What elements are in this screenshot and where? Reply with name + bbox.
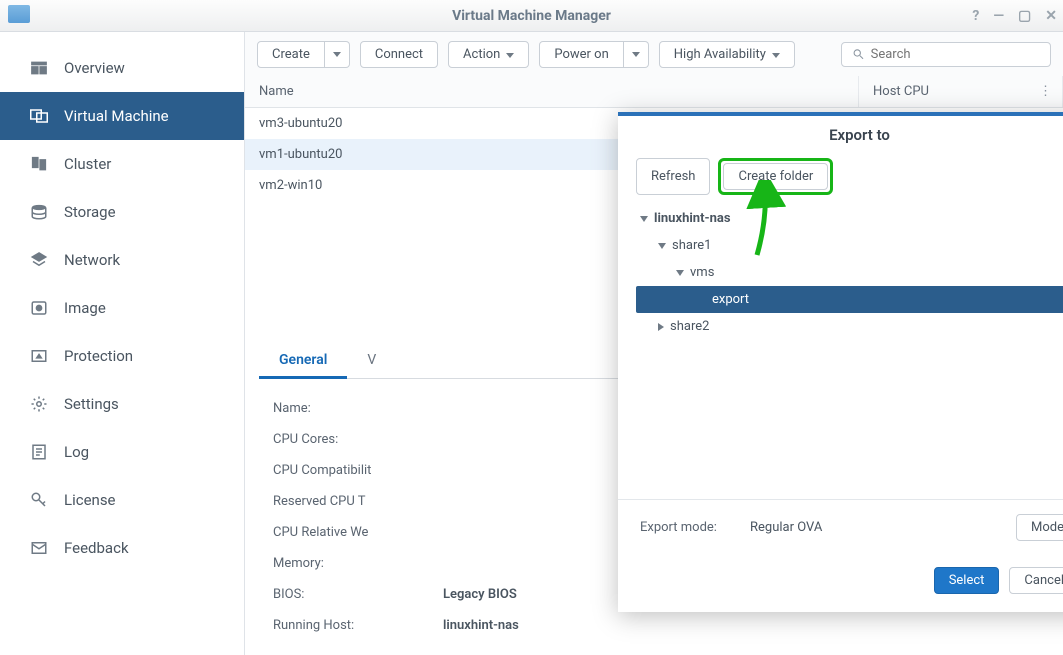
window-title: Virtual Machine Manager bbox=[452, 8, 611, 24]
create-button[interactable]: Create bbox=[257, 41, 325, 68]
toolbar: Create Connect Action Power on High Avai… bbox=[245, 32, 1063, 76]
sidebar-item-label: Image bbox=[64, 299, 106, 317]
sidebar-item-image[interactable]: Image bbox=[0, 284, 244, 332]
sidebar-item-label: Log bbox=[64, 443, 89, 461]
power-on-button[interactable]: Power on bbox=[539, 41, 623, 68]
key-icon bbox=[28, 491, 50, 509]
mail-icon bbox=[28, 539, 50, 557]
column-menu-icon[interactable]: ⋮ bbox=[1039, 84, 1052, 99]
export-mode-label: Export mode: bbox=[640, 520, 750, 535]
sidebar-item-settings[interactable]: Settings bbox=[0, 380, 244, 428]
close-icon[interactable]: ✕ bbox=[1045, 8, 1057, 24]
sidebar-item-overview[interactable]: Overview bbox=[0, 44, 244, 92]
create-dropdown[interactable] bbox=[325, 41, 350, 68]
sidebar-item-network[interactable]: Network bbox=[0, 236, 244, 284]
sidebar-item-virtual-machine[interactable]: Virtual Machine bbox=[0, 92, 244, 140]
cluster-icon bbox=[28, 155, 50, 173]
table-header: Name Host CPU⋮ bbox=[245, 76, 1063, 108]
sidebar-item-feedback[interactable]: Feedback bbox=[0, 524, 244, 572]
value-running-host: linuxhint-nas bbox=[443, 618, 519, 633]
tree-node-share2[interactable]: share2 bbox=[636, 313, 1063, 340]
cancel-button[interactable]: Cancel bbox=[1009, 567, 1063, 594]
export-mode-value: Regular OVA bbox=[750, 520, 822, 535]
col-host-cpu[interactable]: Host CPU⋮ bbox=[859, 76, 1063, 107]
sidebar-item-cluster[interactable]: Cluster bbox=[0, 140, 244, 188]
action-button[interactable]: Action bbox=[448, 41, 529, 68]
sidebar-item-label: Overview bbox=[64, 59, 125, 77]
image-icon bbox=[28, 299, 50, 317]
value-bios: Legacy BIOS bbox=[443, 587, 517, 602]
mode-button[interactable]: Mode bbox=[1016, 514, 1063, 541]
sidebar-item-label: Feedback bbox=[64, 539, 129, 557]
sidebar-item-label: License bbox=[64, 491, 116, 509]
protection-icon bbox=[28, 347, 50, 365]
highlight-annotation: Create folder bbox=[718, 158, 833, 195]
log-icon bbox=[28, 443, 50, 461]
sidebar-item-log[interactable]: Log bbox=[0, 428, 244, 476]
minimize-icon[interactable]: — bbox=[993, 8, 1004, 24]
sidebar-item-protection[interactable]: Protection bbox=[0, 332, 244, 380]
label-name: Name: bbox=[273, 401, 443, 416]
search-box[interactable] bbox=[841, 42, 1051, 67]
gear-icon bbox=[28, 395, 50, 413]
search-input[interactable] bbox=[871, 47, 1040, 62]
search-icon bbox=[852, 47, 865, 61]
col-name[interactable]: Name bbox=[245, 76, 859, 107]
sidebar-item-label: Network bbox=[64, 251, 120, 269]
sidebar-item-storage[interactable]: Storage bbox=[0, 188, 244, 236]
refresh-button[interactable]: Refresh bbox=[636, 158, 710, 195]
sidebar-item-label: Virtual Machine bbox=[64, 107, 169, 125]
maximize-icon[interactable]: ▢ bbox=[1018, 8, 1031, 24]
sidebar-item-label: Settings bbox=[64, 395, 119, 413]
sidebar-item-label: Storage bbox=[64, 203, 116, 221]
folder-tree: linuxhint-nas share1 vms export share2 bbox=[618, 205, 1063, 499]
tree-node-vms[interactable]: vms bbox=[636, 259, 1063, 286]
chevron-down-icon bbox=[506, 47, 514, 62]
app-icon bbox=[8, 5, 30, 23]
power-on-dropdown[interactable] bbox=[624, 41, 649, 68]
titlebar: Virtual Machine Manager ? — ▢ ✕ bbox=[0, 0, 1063, 32]
chevron-down-icon bbox=[640, 216, 648, 222]
tab-other[interactable]: V bbox=[347, 342, 396, 378]
connect-button[interactable]: Connect bbox=[360, 41, 438, 68]
help-icon[interactable]: ? bbox=[972, 8, 979, 24]
storage-icon bbox=[28, 203, 50, 221]
tree-node-root[interactable]: linuxhint-nas bbox=[636, 205, 1063, 232]
label-bios: BIOS: bbox=[273, 587, 443, 602]
overview-icon bbox=[28, 59, 50, 77]
label-cpu-relative: CPU Relative We bbox=[273, 525, 443, 540]
chevron-down-icon bbox=[772, 47, 780, 62]
export-modal: Export to Refresh Create folder linuxhin… bbox=[618, 112, 1063, 612]
label-cpu-cores: CPU Cores: bbox=[273, 432, 443, 447]
sidebar-item-label: Protection bbox=[64, 347, 133, 365]
high-availability-button[interactable]: High Availability bbox=[659, 41, 795, 68]
create-folder-button[interactable]: Create folder bbox=[723, 163, 828, 190]
network-icon bbox=[28, 251, 50, 269]
tree-node-share1[interactable]: share1 bbox=[636, 232, 1063, 259]
label-running-host: Running Host: bbox=[273, 618, 443, 633]
sidebar-item-license[interactable]: License bbox=[0, 476, 244, 524]
label-memory: Memory: bbox=[273, 556, 443, 571]
chevron-right-icon bbox=[658, 323, 664, 331]
sidebar: Overview Virtual Machine Cluster Storage… bbox=[0, 32, 245, 655]
select-button[interactable]: Select bbox=[934, 567, 1000, 594]
vm-icon bbox=[28, 107, 50, 125]
label-cpu-compat: CPU Compatibilit bbox=[273, 463, 443, 478]
sidebar-item-label: Cluster bbox=[64, 155, 111, 173]
chevron-down-icon bbox=[658, 243, 666, 249]
chevron-down-icon bbox=[676, 270, 684, 276]
modal-title: Export to bbox=[618, 116, 1063, 154]
tab-general[interactable]: General bbox=[259, 342, 347, 378]
tree-node-export[interactable]: export bbox=[636, 286, 1063, 313]
label-reserved-cpu: Reserved CPU T bbox=[273, 494, 443, 509]
